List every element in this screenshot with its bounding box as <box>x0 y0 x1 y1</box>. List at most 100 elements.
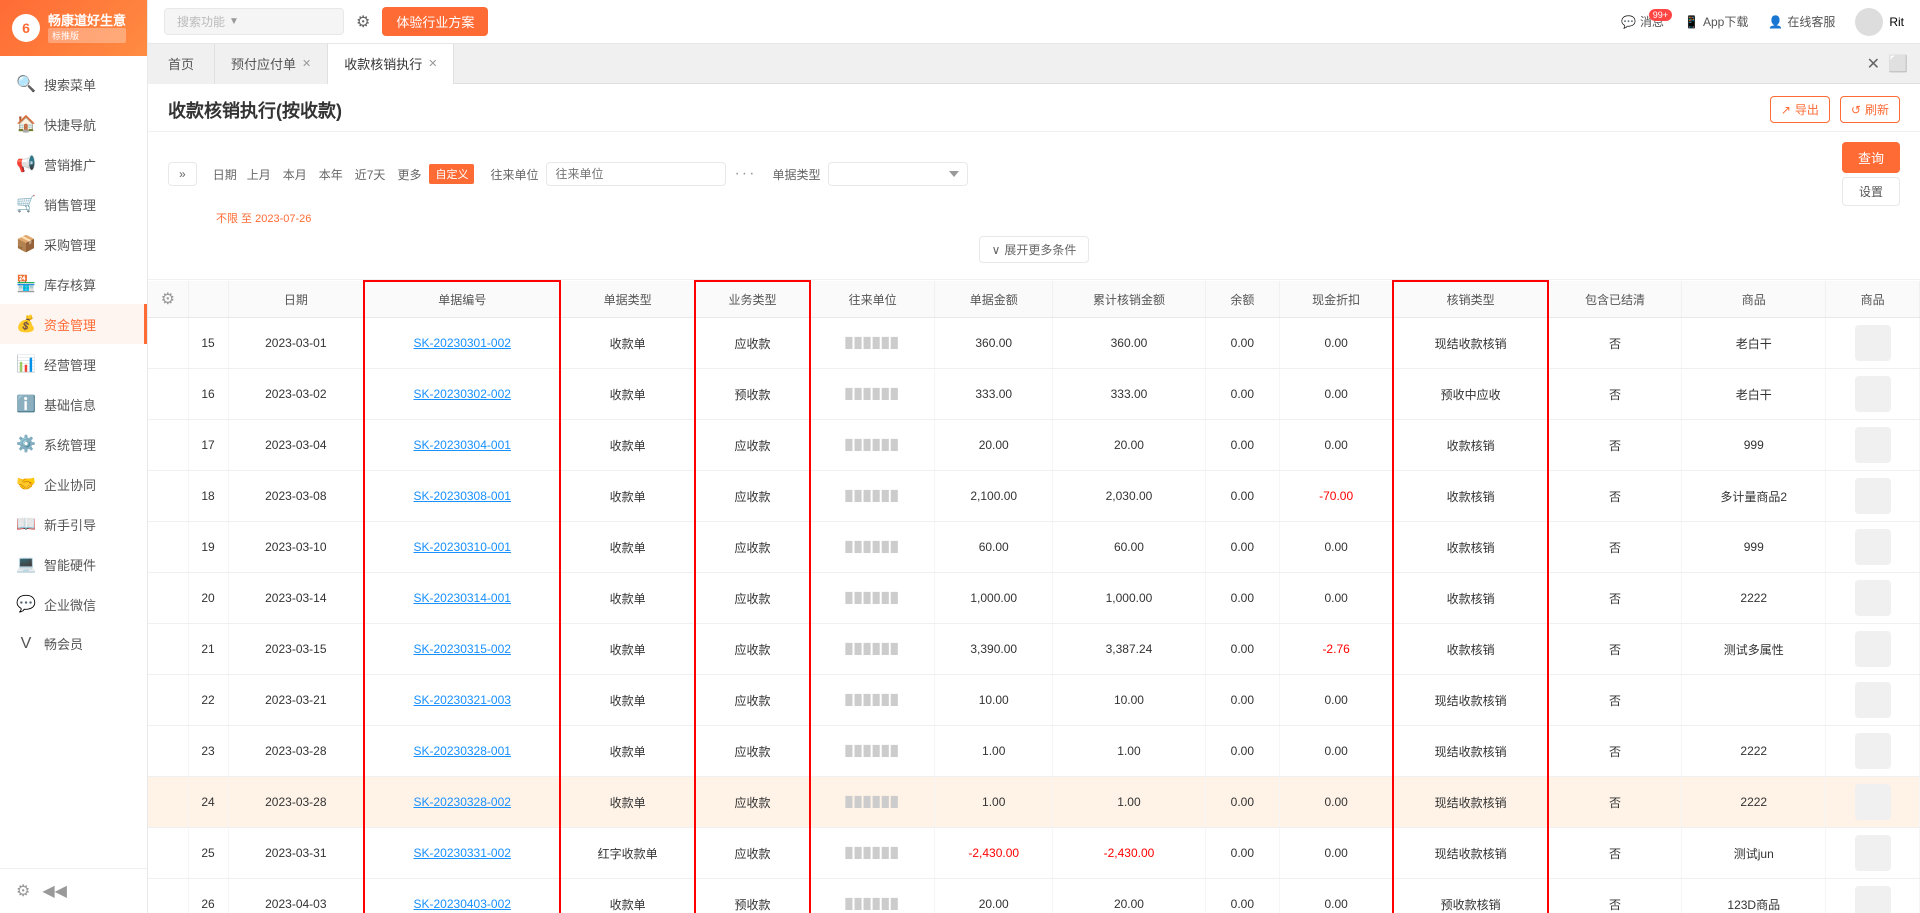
query-button[interactable]: 查询 <box>1842 142 1900 173</box>
doc-no-link[interactable]: SK-20230403-002 <box>414 897 511 911</box>
tab-close-prepay[interactable]: ✕ <box>302 57 311 70</box>
topbar-gear-icon[interactable]: ⚙ <box>356 12 370 32</box>
sidebar-item-hardware[interactable]: 💻 智能硬件 <box>0 544 147 584</box>
sidebar-item-member[interactable]: V 畅会员 <box>0 624 147 663</box>
cell-writeoff-amount: -2,430.00 <box>1053 828 1206 879</box>
sidebar-item-purchase[interactable]: 📦 采购管理 <box>0 224 147 264</box>
marketing-icon: 📢 <box>16 154 36 174</box>
settings-bottom-icon[interactable]: ⚙ <box>16 881 30 901</box>
cell-doc-no[interactable]: SK-20230301-002 <box>364 318 560 369</box>
doc-no-link[interactable]: SK-20230315-002 <box>414 642 511 656</box>
cell-doc-no[interactable]: SK-20230328-001 <box>364 726 560 777</box>
cell-goods: 2222 <box>1682 726 1826 777</box>
sidebar-item-shortcut[interactable]: 🏠 快捷导航 <box>0 104 147 144</box>
refresh-button[interactable]: ↺ 刷新 <box>1840 96 1900 123</box>
date-this-year[interactable]: 本年 <box>315 164 347 185</box>
topbar-online-service[interactable]: 👤 在线客服 <box>1768 13 1835 30</box>
cell-doc-no[interactable]: SK-20230310-001 <box>364 522 560 573</box>
date-last-month[interactable]: 上月 <box>243 164 275 185</box>
topbar-search[interactable]: 搜索功能 ▼ <box>164 8 344 35</box>
industry-solution-button[interactable]: 体验行业方案 <box>382 7 488 36</box>
col-biz-type: 业务类型 <box>695 281 810 318</box>
cell-doc-no[interactable]: SK-20230315-002 <box>364 624 560 675</box>
doc-no-link[interactable]: SK-20230302-002 <box>414 387 511 401</box>
doc-no-link[interactable]: SK-20230328-002 <box>414 795 511 809</box>
sidebar-item-sales[interactable]: 🛒 销售管理 <box>0 184 147 224</box>
sidebar-item-inventory[interactable]: 🏪 库存核算 <box>0 264 147 304</box>
doc-no-link[interactable]: SK-20230310-001 <box>414 540 511 554</box>
main-area: 搜索功能 ▼ ⚙ 体验行业方案 💬 消息 99+ 📱 App下载 👤 在线客服 … <box>148 0 1920 913</box>
export-button[interactable]: ↗ 导出 <box>1770 96 1830 123</box>
date-more[interactable]: 更多 <box>393 164 425 185</box>
cell-writeoff-type: 收款核销 <box>1393 522 1547 573</box>
table-row: 222023-03-21SK-20230321-003收款单应收款██████1… <box>148 675 1920 726</box>
cell-doc-no[interactable]: SK-20230403-002 <box>364 879 560 913</box>
cell-biz-type: 应收款 <box>695 726 810 777</box>
tab-home[interactable]: 首页 <box>148 44 215 84</box>
sidebar-item-operation[interactable]: 📊 经营管理 <box>0 344 147 384</box>
sidebar-logo-badge: 标推版 <box>48 28 126 43</box>
doc-no-link[interactable]: SK-20230308-001 <box>414 489 511 503</box>
cell-rownum: 25 <box>188 828 228 879</box>
doc-no-link[interactable]: SK-20230328-001 <box>414 744 511 758</box>
filter-dots[interactable]: ··· <box>734 165 756 183</box>
filter-toggle-button[interactable]: » <box>168 162 197 186</box>
date-7days[interactable]: 近7天 <box>351 164 390 185</box>
tab-close-all-icon[interactable]: ✕ <box>1867 54 1880 74</box>
cell-doc-type: 收款单 <box>560 471 695 522</box>
col-include-settled: 包含已结清 <box>1548 281 1682 318</box>
cell-doc-no[interactable]: SK-20230308-001 <box>364 471 560 522</box>
filter-settings-button[interactable]: 设置 <box>1842 177 1900 206</box>
doc-no-link[interactable]: SK-20230321-003 <box>414 693 511 707</box>
date-custom[interactable]: 自定义 <box>429 164 474 184</box>
partner-input[interactable] <box>546 162 726 186</box>
cell-doc-no[interactable]: SK-20230304-001 <box>364 420 560 471</box>
topbar-app-download[interactable]: 📱 App下载 <box>1684 13 1748 30</box>
cell-amount: 1.00 <box>935 777 1053 828</box>
cell-cash-discount: 0.00 <box>1279 369 1393 420</box>
cell-doc-no[interactable]: SK-20230321-003 <box>364 675 560 726</box>
doctype-select[interactable] <box>828 162 968 186</box>
cell-writeoff-type: 预收款核销 <box>1393 879 1547 913</box>
cell-doc-no[interactable]: SK-20230328-002 <box>364 777 560 828</box>
cell-amount: 60.00 <box>935 522 1053 573</box>
tab-expand-icon[interactable]: ⬜ <box>1888 54 1908 74</box>
user-area[interactable]: Rit <box>1855 8 1904 36</box>
sidebar-item-collab[interactable]: 🤝 企业协同 <box>0 464 147 504</box>
cell-rownum: 21 <box>188 624 228 675</box>
sidebar-item-basic[interactable]: ℹ️ 基础信息 <box>0 384 147 424</box>
doc-no-link[interactable]: SK-20230331-002 <box>414 846 511 860</box>
cell-doc-no[interactable]: SK-20230331-002 <box>364 828 560 879</box>
tab-prepay[interactable]: 预付应付单 ✕ <box>215 44 328 84</box>
sidebar-item-finance[interactable]: 💰 资金管理 <box>0 304 147 344</box>
cell-include-settled: 否 <box>1548 369 1682 420</box>
cell-partner: ██████ <box>810 522 935 573</box>
table-settings-icon[interactable]: ⚙ <box>161 291 175 308</box>
expand-more-button[interactable]: ∨ 展开更多条件 <box>979 236 1090 263</box>
cell-date: 2023-04-03 <box>228 879 364 913</box>
doc-no-link[interactable]: SK-20230301-002 <box>414 336 511 350</box>
cell-date: 2023-03-01 <box>228 318 364 369</box>
sidebar-item-wechat[interactable]: 💬 企业微信 <box>0 584 147 624</box>
cell-doc-no[interactable]: SK-20230314-001 <box>364 573 560 624</box>
sidebar-item-system[interactable]: ⚙️ 系统管理 <box>0 424 147 464</box>
date-range-text: 不限 至 2023-07-26 <box>216 213 311 225</box>
sidebar-item-search[interactable]: 🔍 搜索菜单 <box>0 64 147 104</box>
doc-no-link[interactable]: SK-20230304-001 <box>414 438 511 452</box>
table-row: 152023-03-01SK-20230301-002收款单应收款██████3… <box>148 318 1920 369</box>
cell-include-settled: 否 <box>1548 573 1682 624</box>
cell-date: 2023-03-31 <box>228 828 364 879</box>
topbar-right: 💬 消息 99+ 📱 App下载 👤 在线客服 Rit <box>1621 8 1904 36</box>
sidebar-item-guide[interactable]: 📖 新手引导 <box>0 504 147 544</box>
cell-doc-no[interactable]: SK-20230302-002 <box>364 369 560 420</box>
sidebar-item-marketing[interactable]: 📢 营销推广 <box>0 144 147 184</box>
tab-close-receive[interactable]: ✕ <box>428 57 437 70</box>
cell-writeoff-type: 现结收款核销 <box>1393 318 1547 369</box>
tab-receive[interactable]: 收款核销执行 ✕ <box>328 44 454 84</box>
doc-no-link[interactable]: SK-20230314-001 <box>414 591 511 605</box>
cell-rownum: 22 <box>188 675 228 726</box>
collapse-icon[interactable]: ◀◀ <box>42 881 67 901</box>
table-row: 212023-03-15SK-20230315-002收款单应收款██████3… <box>148 624 1920 675</box>
topbar-message[interactable]: 💬 消息 99+ <box>1621 13 1664 30</box>
date-this-month[interactable]: 本月 <box>279 164 311 185</box>
